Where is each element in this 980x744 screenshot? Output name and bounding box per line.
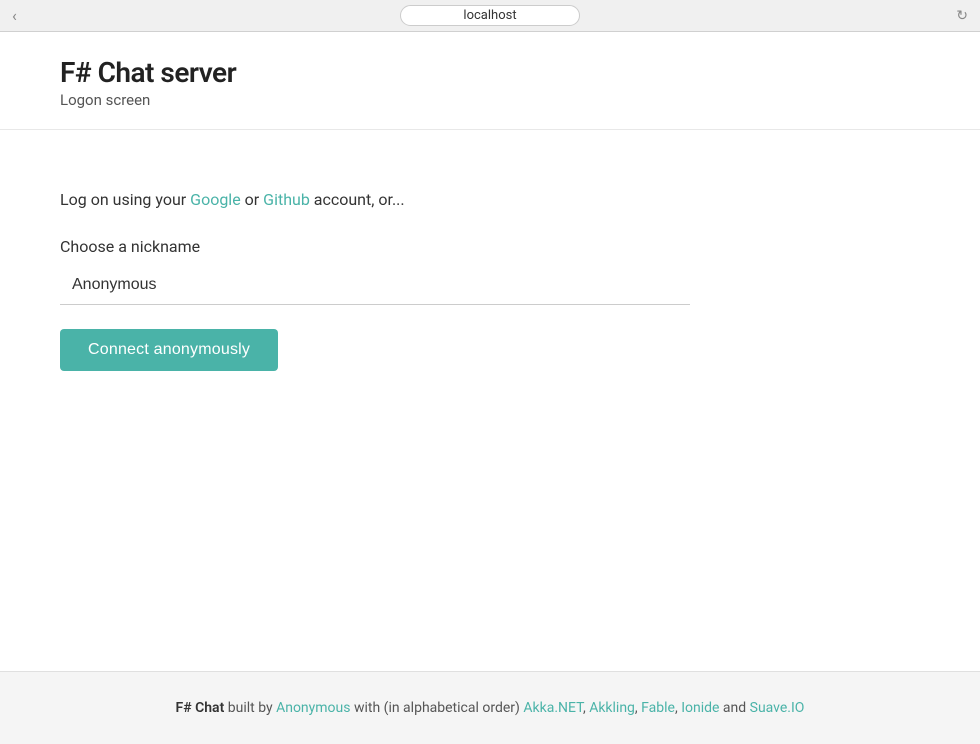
footer-akka-link[interactable]: Akka.NET <box>523 700 583 716</box>
footer-suave-link[interactable]: Suave.IO <box>750 700 805 716</box>
nickname-label: Choose a nickname <box>60 237 700 256</box>
footer-ionide-link[interactable]: Ionide <box>681 700 719 716</box>
intro-prefix: Log on using your <box>60 190 190 209</box>
page-content: F# Chat server Logon screen Log on using… <box>0 32 980 744</box>
page-subtitle: Logon screen <box>60 91 920 109</box>
logon-section: Log on using your Google or Github accou… <box>60 190 700 371</box>
footer-fable-link[interactable]: Fable <box>641 700 675 716</box>
logon-intro: Log on using your Google or Github accou… <box>60 190 700 209</box>
page-title: F# Chat server <box>60 56 920 89</box>
footer: F# Chat built by Anonymous with (in alph… <box>0 671 980 744</box>
reload-button[interactable]: ↻ <box>956 8 968 24</box>
browser-chrome: ‹ localhost ↻ <box>0 0 980 32</box>
footer-built-by-middle: with (in alphabetical order) <box>351 700 524 716</box>
intro-suffix: account, or... <box>310 190 405 209</box>
footer-brand: F# Chat <box>176 700 225 716</box>
footer-text: F# Chat built by Anonymous with (in alph… <box>60 700 920 716</box>
nickname-input[interactable] <box>60 266 690 305</box>
footer-akkling-link[interactable]: Akkling <box>589 700 635 716</box>
page-header: F# Chat server Logon screen <box>0 32 980 130</box>
footer-anonymous-link[interactable]: Anonymous <box>276 700 350 716</box>
back-button[interactable]: ‹ <box>12 6 17 25</box>
github-link[interactable]: Github <box>263 190 310 209</box>
google-link[interactable]: Google <box>190 190 241 209</box>
main-area: Log on using your Google or Github accou… <box>0 130 980 671</box>
footer-built-by-prefix: built by <box>224 700 276 716</box>
footer-and: and <box>719 700 749 716</box>
connect-anonymously-button[interactable]: Connect anonymously <box>60 329 278 371</box>
intro-or: or <box>241 190 263 209</box>
url-bar[interactable]: localhost <box>400 5 580 26</box>
